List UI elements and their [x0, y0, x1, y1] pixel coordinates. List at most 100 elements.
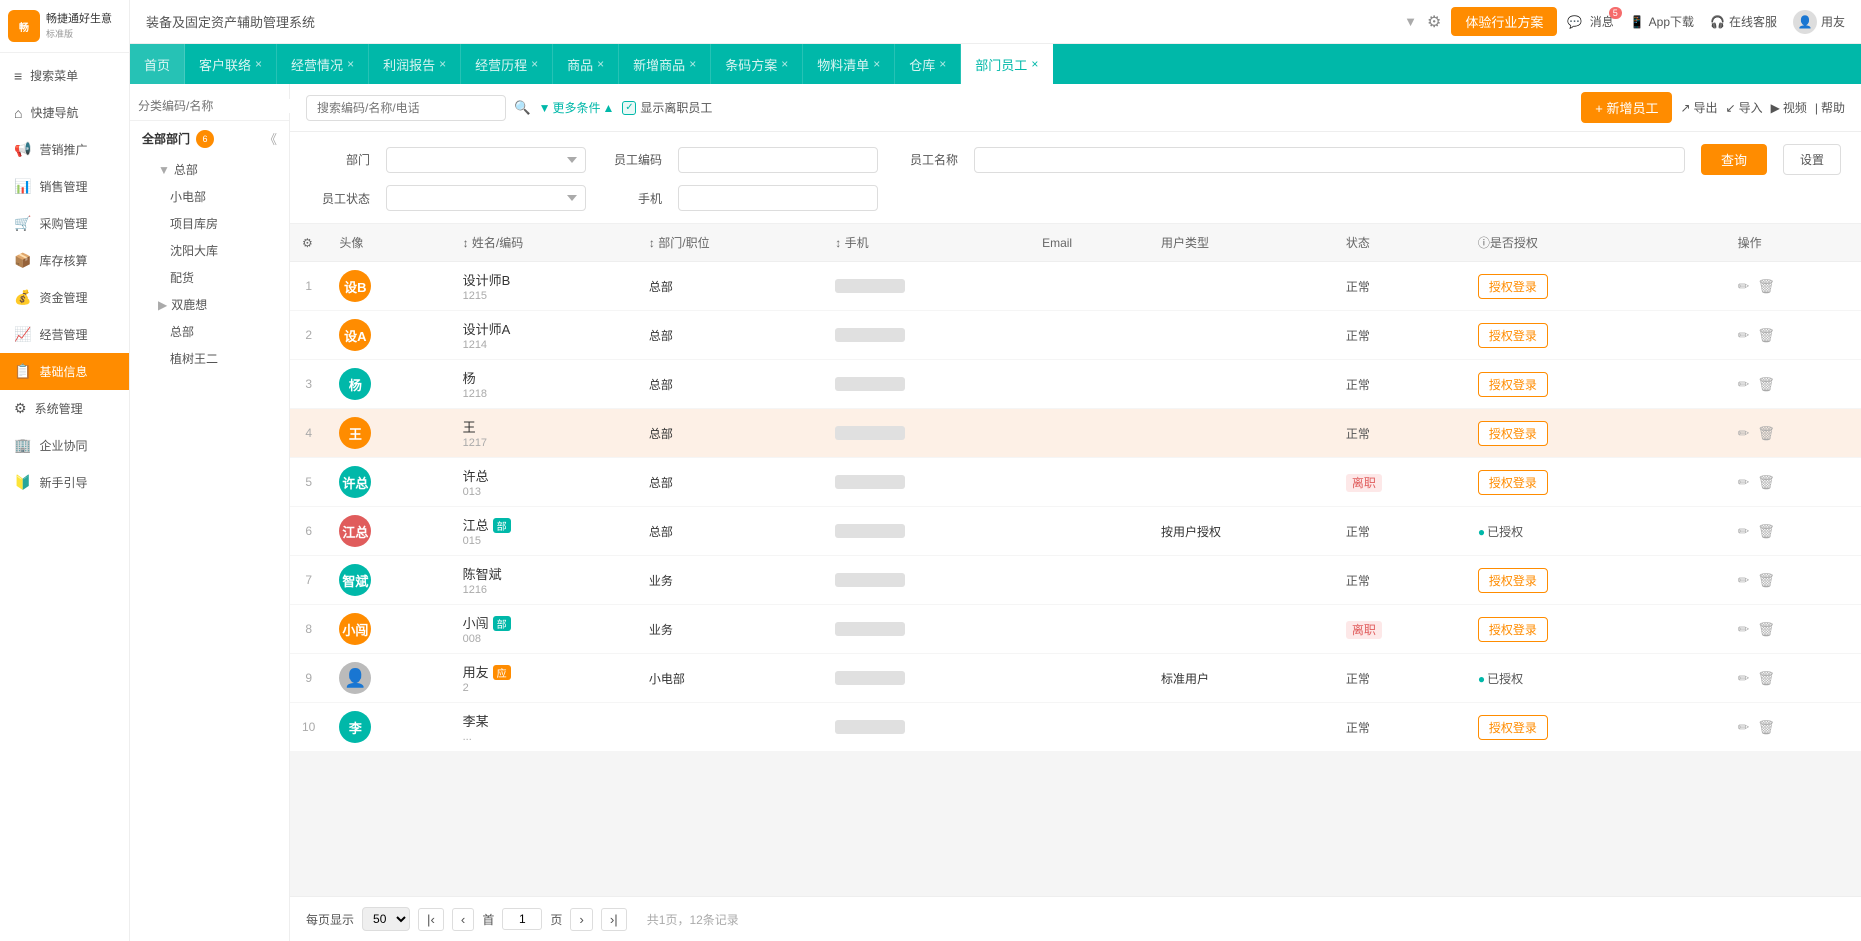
tab-close-history[interactable]: ×	[531, 57, 538, 71]
tree-node-xiaodibu[interactable]: 小电部	[130, 183, 289, 210]
sidebar-item-enterprise[interactable]: 🏢 企业协同	[0, 427, 129, 464]
col-name[interactable]: ↕ 姓名/编码	[451, 224, 637, 262]
sidebar-item-operations[interactable]: 📈 经营管理	[0, 316, 129, 353]
tree-search-input[interactable]	[138, 99, 293, 113]
emp-name-input[interactable]	[974, 147, 1685, 173]
tab-warehouse[interactable]: 仓库 ×	[895, 44, 961, 84]
delete-icon-9[interactable]: 🗑	[1757, 670, 1775, 687]
col-gear[interactable]: ⚙	[290, 224, 327, 262]
edit-icon-4[interactable]: ✏	[1738, 425, 1750, 442]
tree-node-zongbu[interactable]: ▼总部	[130, 156, 289, 183]
edit-icon-9[interactable]: ✏	[1738, 670, 1750, 687]
sidebar-item-system[interactable]: ⚙ 系统管理	[0, 390, 129, 427]
delete-icon-1[interactable]: 🗑	[1757, 278, 1775, 295]
auth-btn-2[interactable]: 授权登录	[1478, 323, 1548, 348]
emp-status-select[interactable]	[386, 185, 586, 211]
page-number-input[interactable]	[502, 908, 542, 930]
auth-btn-4[interactable]: 授权登录	[1478, 421, 1548, 446]
tab-close-bom[interactable]: ×	[873, 57, 880, 71]
tab-close-warehouse[interactable]: ×	[939, 57, 946, 71]
edit-icon-7[interactable]: ✏	[1738, 572, 1750, 589]
next-page-btn[interactable]: ›	[570, 908, 592, 931]
phone-input[interactable]	[678, 185, 878, 211]
sidebar-item-guide[interactable]: 🔰 新手引导	[0, 464, 129, 501]
message-icon-area[interactable]: 💬 5 消息	[1567, 13, 1613, 30]
app-download[interactable]: 📱 App下载	[1630, 13, 1694, 30]
prev-page-btn[interactable]: ‹	[452, 908, 474, 931]
auth-btn-5[interactable]: 授权登录	[1478, 470, 1548, 495]
last-page-btn[interactable]: ›|	[601, 908, 627, 931]
show-resigned-label[interactable]: ✓ 显示离职员工	[622, 99, 712, 116]
delete-icon-5[interactable]: 🗑	[1757, 474, 1775, 491]
export-btn[interactable]: ↗ 导出	[1680, 99, 1717, 116]
delete-icon-2[interactable]: 🗑	[1757, 327, 1775, 344]
cell-auth-6[interactable]: ●已授权	[1466, 507, 1673, 556]
sidebar-item-purchase[interactable]: 🛒 采购管理	[0, 205, 129, 242]
col-phone[interactable]: ↕ 手机	[823, 224, 1030, 262]
sidebar-item-basic[interactable]: 📋 基础信息	[0, 353, 129, 390]
edit-icon-5[interactable]: ✏	[1738, 474, 1750, 491]
emp-code-input[interactable]	[678, 147, 878, 173]
import-btn[interactable]: ↙ 导入	[1726, 99, 1763, 116]
edit-icon-6[interactable]: ✏	[1738, 523, 1750, 540]
dept-select[interactable]	[386, 147, 586, 173]
tab-home[interactable]: 首页	[130, 44, 185, 84]
tab-close-employees[interactable]: ×	[1031, 57, 1038, 71]
tab-close-customer[interactable]: ×	[255, 57, 262, 71]
cell-auth-2[interactable]: 授权登录	[1466, 311, 1673, 360]
tab-close-add-goods[interactable]: ×	[689, 57, 696, 71]
experience-btn[interactable]: 体验行业方案	[1451, 7, 1557, 36]
auth-btn-1[interactable]: 授权登录	[1478, 274, 1548, 299]
tab-close-goods[interactable]: ×	[597, 57, 604, 71]
add-employee-btn[interactable]: + 新增员工	[1581, 92, 1672, 123]
tab-operations[interactable]: 经营情况 ×	[277, 44, 369, 84]
tree-node-peihuo[interactable]: 配货	[130, 264, 289, 291]
sidebar-item-sales[interactable]: 📊 销售管理	[0, 168, 129, 205]
dropdown-icon[interactable]: ▼	[1404, 14, 1417, 29]
help-btn[interactable]: | 帮助	[1815, 99, 1845, 116]
tree-node-zongbu2[interactable]: 总部	[130, 318, 289, 345]
tab-profit[interactable]: 利润报告 ×	[369, 44, 461, 84]
tree-collapse-btn[interactable]: 《	[264, 129, 277, 148]
sidebar-item-shortcut[interactable]: ⌂ 快捷导航	[0, 94, 129, 131]
gear-icon[interactable]: ⚙	[1427, 12, 1441, 32]
tab-customer[interactable]: 客户联络 ×	[185, 44, 277, 84]
auth-btn-3[interactable]: 授权登录	[1478, 372, 1548, 397]
delete-icon-3[interactable]: 🗑	[1757, 376, 1775, 393]
tree-node-shenyang[interactable]: 沈阳大库	[130, 237, 289, 264]
delete-icon-4[interactable]: 🗑	[1757, 425, 1775, 442]
delete-icon-8[interactable]: 🗑	[1757, 621, 1775, 638]
first-page-btn[interactable]: |‹	[418, 908, 444, 931]
cell-auth-3[interactable]: 授权登录	[1466, 360, 1673, 409]
tab-add-goods[interactable]: 新增商品 ×	[619, 44, 711, 84]
edit-icon-2[interactable]: ✏	[1738, 327, 1750, 344]
tab-goods[interactable]: 商品 ×	[553, 44, 619, 84]
cell-auth-9[interactable]: ●已授权	[1466, 654, 1673, 703]
search-button[interactable]: 🔍	[514, 100, 531, 116]
tab-close-barcode[interactable]: ×	[781, 57, 788, 71]
show-resigned-checkbox[interactable]: ✓	[622, 101, 636, 115]
sidebar-item-search[interactable]: ≡ 搜索菜单	[0, 57, 129, 94]
edit-icon-3[interactable]: ✏	[1738, 376, 1750, 393]
edit-icon-10[interactable]: ✏	[1738, 719, 1750, 736]
sidebar-item-inventory[interactable]: 📦 库存核算	[0, 242, 129, 279]
edit-icon-1[interactable]: ✏	[1738, 278, 1750, 295]
cell-auth-1[interactable]: 授权登录	[1466, 262, 1673, 311]
col-dept[interactable]: ↕ 部门/职位	[637, 224, 823, 262]
sidebar-item-finance[interactable]: 💰 资金管理	[0, 279, 129, 316]
tab-barcode[interactable]: 条码方案 ×	[711, 44, 803, 84]
view-btn[interactable]: ▶ 视频	[1771, 99, 1807, 116]
auth-btn-7[interactable]: 授权登录	[1478, 568, 1548, 593]
user-avatar[interactable]: 👤 用友	[1793, 10, 1845, 34]
tab-history[interactable]: 经营历程 ×	[461, 44, 553, 84]
tree-node-zhishu[interactable]: 植树王二	[130, 345, 289, 372]
cell-auth-7[interactable]: 授权登录	[1466, 556, 1673, 605]
online-service[interactable]: 🎧 在线客服	[1710, 13, 1777, 30]
auth-btn-10[interactable]: 授权登录	[1478, 715, 1548, 740]
auth-btn-8[interactable]: 授权登录	[1478, 617, 1548, 642]
sidebar-item-marketing[interactable]: 📢 营销推广	[0, 131, 129, 168]
tab-employees[interactable]: 部门员工 ×	[961, 44, 1053, 84]
edit-icon-8[interactable]: ✏	[1738, 621, 1750, 638]
settings-icon[interactable]: ⚙	[302, 236, 313, 250]
set-btn[interactable]: 设置	[1783, 144, 1841, 175]
